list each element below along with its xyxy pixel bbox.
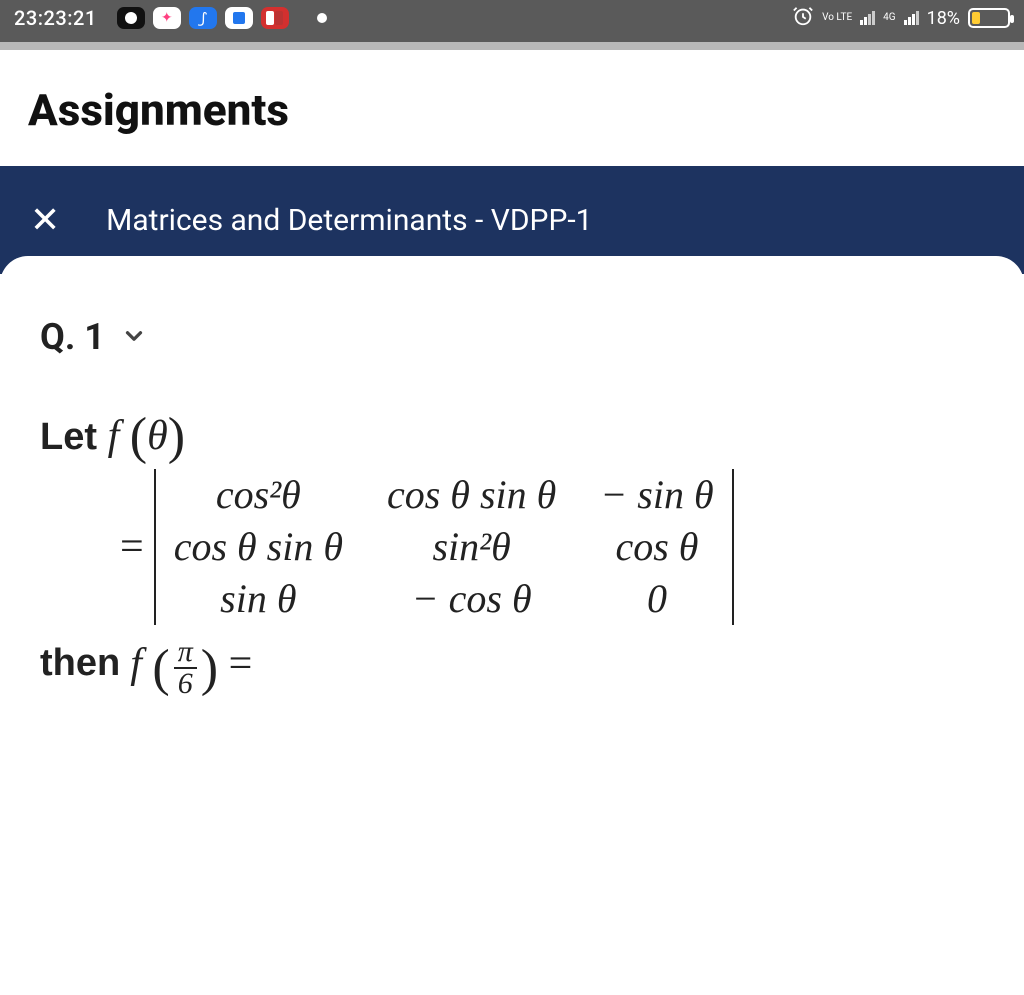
frac-den: 6 — [174, 669, 197, 699]
page-title: Assignments — [28, 84, 996, 136]
page-header: Assignments — [0, 50, 1024, 166]
chevron-down-icon — [121, 316, 147, 358]
m-r3c3: 0 — [600, 577, 713, 621]
status-bar: 23:23:21 ✦ ⟆ Vo LTE 4G 18% — [0, 0, 1024, 42]
4g-label: 4G — [883, 13, 895, 23]
m-r2c3: cos θ — [600, 525, 713, 569]
app-icon-5 — [261, 7, 289, 29]
final-equals: = — [229, 641, 253, 687]
frac-num: π — [174, 637, 197, 669]
battery-fill — [972, 12, 980, 24]
app-icon-4 — [225, 7, 253, 29]
question-body: Let f (θ) = cos²θ cos θ sin θ − sin θ co… — [40, 404, 984, 695]
volte-label: Vo LTE — [822, 13, 852, 23]
close-icon[interactable]: ✕ — [30, 202, 60, 238]
f-symbol: f — [108, 413, 120, 459]
alarm-icon — [792, 5, 814, 31]
let-line: Let f (θ) — [40, 404, 984, 461]
m-r1c2: cos θ sin θ — [387, 473, 556, 517]
f-symbol-2: f — [130, 641, 142, 687]
signal-1-icon — [860, 11, 875, 25]
theta-1: θ — [147, 413, 168, 459]
let-label: Let — [40, 416, 108, 458]
m-r2c1: cos θ sin θ — [174, 525, 343, 569]
app-icon-3: ⟆ — [189, 7, 217, 29]
matrix-grid: cos²θ cos θ sin θ − sin θ cos θ sin θ si… — [156, 469, 732, 625]
question-selector[interactable]: Q. 1 — [40, 316, 984, 358]
question-number: Q. 1 — [40, 316, 105, 358]
m-r1c3: − sin θ — [600, 473, 713, 517]
m-r3c2: − cos θ — [387, 577, 556, 621]
m-r3c1: sin θ — [174, 577, 343, 621]
det-bar-right — [732, 469, 734, 625]
app-icon-1 — [117, 7, 145, 29]
determinant: cos²θ cos θ sin θ − sin θ cos θ sin θ si… — [154, 469, 734, 625]
pi-over-6: π6 — [174, 637, 197, 699]
signal-2-icon — [904, 11, 919, 25]
status-app-icons: ✦ ⟆ — [117, 7, 289, 29]
record-dot-icon — [317, 13, 327, 23]
section-title: Matrices and Determinants - VDPP-1 — [106, 203, 592, 238]
m-r2c2: sin²θ — [387, 525, 556, 569]
equals-det: = — [120, 524, 144, 570]
battery-percent: 18% — [927, 8, 960, 29]
divider — [0, 42, 1024, 50]
battery-icon — [968, 8, 1010, 28]
question-card: Q. 1 Let f (θ) = cos²θ cos θ sin θ − sin… — [0, 256, 1024, 995]
then-label: then — [40, 643, 120, 685]
determinant-expression: = cos²θ cos θ sin θ − sin θ cos θ sin θ … — [40, 469, 984, 625]
then-line: then f (π6) = — [40, 633, 984, 695]
status-right: Vo LTE 4G 18% — [792, 5, 1010, 31]
status-time: 23:23:21 — [14, 6, 97, 30]
m-r1c1: cos²θ — [174, 473, 343, 517]
app-icon-2: ✦ — [153, 7, 181, 29]
status-left: 23:23:21 ✦ ⟆ — [14, 12, 327, 30]
